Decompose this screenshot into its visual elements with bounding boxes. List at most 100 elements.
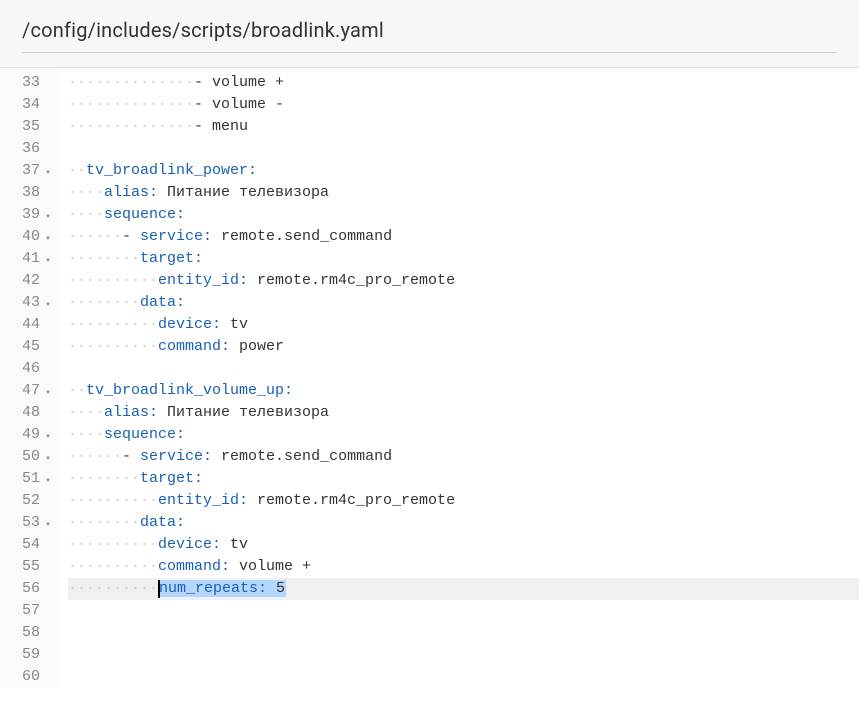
line-number[interactable]: 59: [0, 644, 54, 666]
code-line[interactable]: ········data:: [68, 292, 859, 314]
indent-guide: ····: [68, 404, 104, 421]
indent-guide: ··········: [68, 580, 158, 597]
token-value: Питание телевизора: [158, 184, 329, 201]
line-number[interactable]: 48: [0, 402, 54, 424]
indent-guide: ··············: [68, 96, 194, 113]
code-line[interactable]: ····sequence:: [68, 424, 859, 446]
line-number[interactable]: 42: [0, 270, 54, 292]
code-line[interactable]: [68, 666, 859, 688]
token-value: menu: [212, 118, 248, 135]
token-dash: -: [194, 74, 212, 91]
indent-guide: ··: [68, 162, 86, 179]
indent-guide: ··············: [68, 118, 194, 135]
code-line[interactable]: ··········command: power: [68, 336, 859, 358]
code-line[interactable]: ··tv_broadlink_power:: [68, 160, 859, 182]
code-line[interactable]: [68, 358, 859, 380]
code-line[interactable]: ······- service: remote.send_command: [68, 226, 859, 248]
code-line[interactable]: ··········num_repeats: 5: [68, 578, 859, 600]
line-number[interactable]: 57: [0, 600, 54, 622]
code-line[interactable]: [68, 600, 859, 622]
code-line[interactable]: ··········entity_id: remote.rm4c_pro_rem…: [68, 270, 859, 292]
token-value: 5: [267, 580, 285, 597]
code-editor[interactable]: 3334353637▾3839▾40▾41▾4243▾44454647▾4849…: [0, 68, 859, 688]
code-line[interactable]: ········target:: [68, 248, 859, 270]
line-number[interactable]: 39▾: [0, 204, 54, 226]
indent-guide: ··············: [68, 74, 194, 91]
code-line[interactable]: [68, 138, 859, 160]
code-line[interactable]: ··tv_broadlink_volume_up:: [68, 380, 859, 402]
indent-guide: ····: [68, 426, 104, 443]
line-number[interactable]: 51▾: [0, 468, 54, 490]
code-line[interactable]: [68, 622, 859, 644]
indent-guide: ··: [68, 382, 86, 399]
line-number[interactable]: 52: [0, 490, 54, 512]
indent-guide: ······: [68, 228, 122, 245]
token-key: num_repeats:: [159, 580, 267, 597]
code-line[interactable]: ········target:: [68, 468, 859, 490]
indent-guide: ··········: [68, 338, 158, 355]
line-number[interactable]: 35: [0, 116, 54, 138]
file-header: /config/includes/scripts/broadlink.yaml: [0, 0, 859, 68]
line-number[interactable]: 50▾: [0, 446, 54, 468]
code-line[interactable]: ····alias: Питание телевизора: [68, 402, 859, 424]
token-key: device:: [158, 536, 221, 553]
line-number[interactable]: 54: [0, 534, 54, 556]
line-number[interactable]: 56: [0, 578, 54, 600]
line-number[interactable]: 60: [0, 666, 54, 688]
line-number[interactable]: 37▾: [0, 160, 54, 182]
token-value: remote.send_command: [212, 448, 392, 465]
token-value: Питание телевизора: [158, 404, 329, 421]
token-key: target:: [140, 470, 203, 487]
indent-guide: ········: [68, 250, 140, 267]
indent-guide: ··········: [68, 272, 158, 289]
token-key: device:: [158, 316, 221, 333]
code-line[interactable]: ··········device: tv: [68, 314, 859, 336]
line-number[interactable]: 44: [0, 314, 54, 336]
token-dash: -: [122, 228, 140, 245]
indent-guide: ··········: [68, 492, 158, 509]
line-number[interactable]: 41▾: [0, 248, 54, 270]
line-number[interactable]: 34: [0, 94, 54, 116]
token-key: data:: [140, 294, 185, 311]
line-number[interactable]: 46: [0, 358, 54, 380]
indent-guide: ··········: [68, 536, 158, 553]
token-key: sequence:: [104, 206, 185, 223]
line-number[interactable]: 40▾: [0, 226, 54, 248]
code-line[interactable]: ······- service: remote.send_command: [68, 446, 859, 468]
token-value: tv: [221, 536, 248, 553]
token-value: remote.rm4c_pro_remote: [248, 492, 455, 509]
line-number[interactable]: 49▾: [0, 424, 54, 446]
code-line[interactable]: ··········device: tv: [68, 534, 859, 556]
line-number[interactable]: 47▾: [0, 380, 54, 402]
code-line[interactable]: ··············- volume -: [68, 94, 859, 116]
code-line[interactable]: ··············- volume +: [68, 72, 859, 94]
line-number[interactable]: 36: [0, 138, 54, 160]
line-gutter[interactable]: 3334353637▾3839▾40▾41▾4243▾44454647▾4849…: [0, 68, 60, 688]
token-key: entity_id:: [158, 272, 248, 289]
token-key: alias:: [104, 404, 158, 421]
line-number[interactable]: 55: [0, 556, 54, 578]
token-value: volume +: [230, 558, 311, 575]
line-number[interactable]: 38: [0, 182, 54, 204]
token-key: alias:: [104, 184, 158, 201]
line-number[interactable]: 43▾: [0, 292, 54, 314]
code-line[interactable]: ········data:: [68, 512, 859, 534]
line-number[interactable]: 58: [0, 622, 54, 644]
code-line[interactable]: ··········command: volume +: [68, 556, 859, 578]
indent-guide: ········: [68, 514, 140, 531]
code-line[interactable]: ····alias: Питание телевизора: [68, 182, 859, 204]
code-line[interactable]: ····sequence:: [68, 204, 859, 226]
code-area[interactable]: ··············- volume +··············- …: [60, 68, 859, 688]
code-line[interactable]: ··············- menu: [68, 116, 859, 138]
line-number[interactable]: 45: [0, 336, 54, 358]
token-key: command:: [158, 558, 230, 575]
text-selection: num_repeats: 5: [158, 580, 286, 597]
token-dash: -: [194, 96, 212, 113]
line-number[interactable]: 53▾: [0, 512, 54, 534]
code-line[interactable]: ··········entity_id: remote.rm4c_pro_rem…: [68, 490, 859, 512]
code-line[interactable]: [68, 644, 859, 666]
token-value: remote.rm4c_pro_remote: [248, 272, 455, 289]
token-value: remote.send_command: [212, 228, 392, 245]
line-number[interactable]: 33: [0, 72, 54, 94]
token-key: service:: [140, 228, 212, 245]
